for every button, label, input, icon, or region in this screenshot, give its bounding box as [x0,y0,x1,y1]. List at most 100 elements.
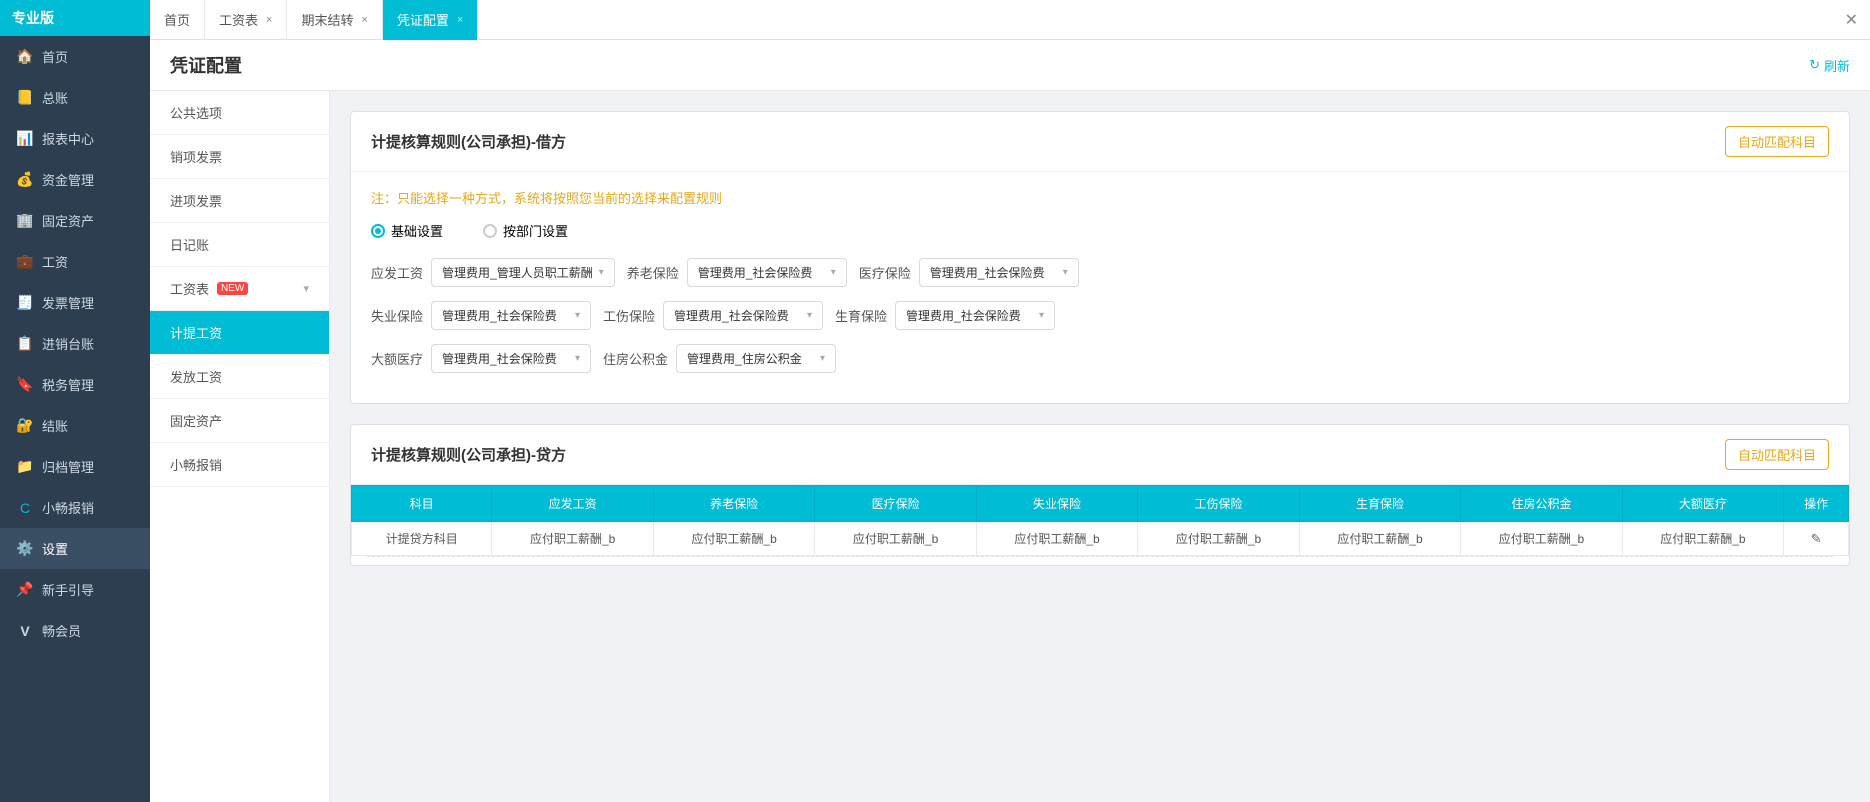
chevron-down-icon: ▾ [1039,310,1044,321]
sidebar-item-invoices[interactable]: 🧾 发票管理 [0,282,150,323]
sidebar-item-payroll[interactable]: 💼 工资 [0,241,150,282]
sidebar-item-member[interactable]: V 畅会员 [0,610,150,651]
nav-public-options[interactable]: 公共选项 [150,91,329,135]
select-salary[interactable]: 管理费用_管理人员职工薪酬 ▾ [431,258,615,287]
auto-match-debit-button[interactable]: 自动匹配科目 [1725,126,1829,157]
nav-journal[interactable]: 日记账 [150,223,329,267]
cell-housing: 应付职工薪酬_b [1461,522,1622,556]
refresh-label: 刷新 [1824,56,1850,75]
radio-basic[interactable]: 基础设置 [371,221,443,240]
radio-by-dept[interactable]: 按部门设置 [483,221,568,240]
select-bigmedical[interactable]: 管理费用_社会保险费 ▾ [431,344,591,373]
new-badge: NEW [217,282,248,295]
label-salary: 应发工资 [371,263,423,282]
field-row-1: 应发工资 管理费用_管理人员职工薪酬 ▾ 养老保险 管理费用_社会保险费 ▾ [371,258,1829,287]
cell-maternity: 应付职工薪酬_b [1299,522,1460,556]
settings-icon: ⚙️ [16,540,34,557]
right-content: 计提核算规则(公司承担)-借方 自动匹配科目 注：只能选择一种方式，系统将按照您… [330,91,1870,802]
nav-issue-payroll[interactable]: 发放工资 [150,355,329,399]
select-housing-value: 管理费用_住房公积金 [687,350,802,367]
refresh-button[interactable]: ↻ 刷新 [1809,56,1850,75]
select-injury[interactable]: 管理费用_社会保险费 ▾ [663,301,823,330]
nav-fixed-assets[interactable]: 固定资产 [150,399,329,443]
section-debit-title: 计提核算规则(公司承担)-借方 [371,131,566,152]
chevron-down-icon: ▾ [820,353,825,364]
sidebar-item-archive[interactable]: 📁 归档管理 [0,446,150,487]
invoices-icon: 🧾 [16,294,34,311]
select-unemployment[interactable]: 管理费用_社会保险费 ▾ [431,301,591,330]
nav-payroll-table[interactable]: 工资表 NEW ▾ [150,267,329,311]
section-credit-body: 科目 应发工资 养老保险 医疗保险 失业保险 工伤保险 生育保险 住房公积金 大… [351,485,1849,557]
select-maternity[interactable]: 管理费用_社会保险费 ▾ [895,301,1055,330]
field-item-medical: 医疗保险 管理费用_社会保险费 ▾ [859,258,1079,287]
sidebar-item-settings[interactable]: ⚙️ 设置 [0,528,150,569]
nav-issue-label: 发放工资 [170,367,222,386]
member-icon: V [16,623,34,639]
tab-home[interactable]: 首页 [150,0,205,40]
sidebar-item-assets[interactable]: 🏢 固定资产 [0,200,150,241]
label-pension: 养老保险 [627,263,679,282]
select-pension[interactable]: 管理费用_社会保险费 ▾ [687,258,847,287]
sidebar-item-tax[interactable]: 🔖 税务管理 [0,364,150,405]
close-panel-button[interactable]: ✕ [1833,10,1870,30]
col-unemployment: 失业保险 [976,486,1137,522]
col-pension: 养老保险 [653,486,814,522]
sidebar-item-label: 资金管理 [42,170,94,189]
sidebar-item-expense[interactable]: C 小畅报销 [0,487,150,528]
sidebar-item-closing[interactable]: 🔐 结账 [0,405,150,446]
nav-input-invoice[interactable]: 进项发票 [150,179,329,223]
nav-public-label: 公共选项 [170,103,222,122]
tab-payroll-label: 工资表 [219,10,258,29]
tab-voucher-config[interactable]: 凭证配置 × [383,0,478,40]
auto-match-credit-button[interactable]: 自动匹配科目 [1725,439,1829,470]
cell-subject: 计提贷方科目 [352,522,492,556]
chevron-down-icon: ▾ [807,310,812,321]
field-item-housing: 住房公积金 管理费用_住房公积金 ▾ [603,344,836,373]
nav-calc-payroll[interactable]: 计提工资 [150,311,329,355]
col-housing: 住房公积金 [1461,486,1622,522]
tax-icon: 🔖 [16,376,34,393]
label-medical: 医疗保险 [859,263,911,282]
funds-icon: 💰 [16,171,34,188]
refresh-icon: ↻ [1809,57,1820,73]
sidebar-item-ledger[interactable]: 📒 总账 [0,77,150,118]
sidebar-item-reports[interactable]: 📊 报表中心 [0,118,150,159]
edit-row-icon[interactable]: ✎ [1811,531,1822,546]
page-header: 凭证配置 ↻ 刷新 [150,40,1870,91]
section-credit-title: 计提核算规则(公司承担)-贷方 [371,444,566,465]
tab-period-closing[interactable]: 期末结转 × [287,0,382,40]
sidebar-item-guide[interactable]: 📌 新手引导 [0,569,150,610]
cell-pension: 应付职工薪酬_b [653,522,814,556]
radio-basic-circle [371,224,385,238]
cell-action[interactable]: ✎ [1784,522,1849,556]
tab-period-close[interactable]: × [361,14,367,26]
select-bigmedical-value: 管理费用_社会保险费 [442,350,557,367]
nav-cancel-invoice[interactable]: 销项发票 [150,135,329,179]
sidebar-item-label: 工资 [42,252,68,271]
sidebar-item-purchases[interactable]: 📋 进销台账 [0,323,150,364]
sidebar-item-label: 报表中心 [42,129,94,148]
nav-expense[interactable]: 小畅报销 [150,443,329,487]
sidebar-item-home[interactable]: 🏠 首页 [0,36,150,77]
radio-dept-circle [483,224,497,238]
select-medical[interactable]: 管理费用_社会保险费 ▾ [919,258,1079,287]
radio-basic-label: 基础设置 [391,221,443,240]
select-housing[interactable]: 管理费用_住房公积金 ▾ [676,344,836,373]
tab-home-label: 首页 [164,10,190,29]
section-debit-header: 计提核算规则(公司承担)-借方 自动匹配科目 [351,112,1849,172]
select-injury-value: 管理费用_社会保险费 [674,307,789,324]
note-text: 注：只能选择一种方式，系统将按照您当前的选择来配置规则 [371,188,1829,207]
left-nav: 公共选项 销项发票 进项发票 日记账 工资表 NEW ▾ 计提工资 发放工资 [150,91,330,802]
field-item-salary: 应发工资 管理费用_管理人员职工薪酬 ▾ [371,258,615,287]
tab-voucher-close[interactable]: × [457,14,463,26]
sidebar-item-funds[interactable]: 💰 资金管理 [0,159,150,200]
sidebar-item-label: 畅会员 [42,621,81,640]
sidebar-item-label: 固定资产 [42,211,94,230]
tab-payroll-table[interactable]: 工资表 × [205,0,287,40]
home-icon: 🏠 [16,48,34,65]
topbar: 首页 工资表 × 期末结转 × 凭证配置 × ✕ [150,0,1870,40]
reports-icon: 📊 [16,130,34,147]
tab-voucher-label: 凭证配置 [397,10,449,29]
sidebar-item-label: 总账 [42,88,68,107]
tab-payroll-close[interactable]: × [266,14,272,26]
